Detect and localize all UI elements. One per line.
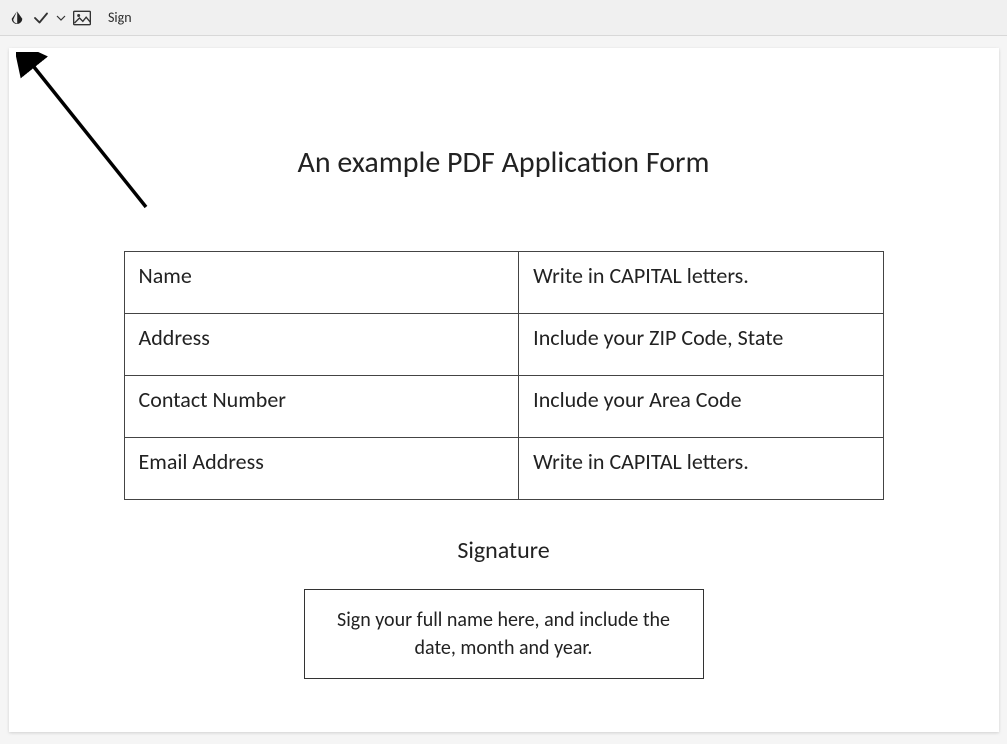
table-row: Email Address Write in CAPITAL letters. xyxy=(124,438,883,500)
dropdown-caret-icon[interactable] xyxy=(56,13,66,23)
page-title: An example PDF Application Form xyxy=(9,144,999,181)
document-page: An example PDF Application Form Name Wri… xyxy=(9,48,999,732)
table-row: Name Write in CAPITAL letters. xyxy=(124,252,883,314)
field-label: Contact Number xyxy=(124,376,519,438)
table-row: Address Include your ZIP Code, State xyxy=(124,314,883,376)
table-row: Contact Number Include your Area Code xyxy=(124,376,883,438)
checkmark-tool-icon[interactable] xyxy=(32,9,50,27)
ink-pen-tool-icon[interactable] xyxy=(8,9,26,27)
field-label: Address xyxy=(124,314,519,376)
field-label: Email Address xyxy=(124,438,519,500)
sign-button[interactable]: Sign xyxy=(108,9,132,26)
field-hint: Include your Area Code xyxy=(519,376,883,438)
image-tool-icon[interactable] xyxy=(72,9,92,27)
form-table: Name Write in CAPITAL letters. Address I… xyxy=(124,251,884,500)
field-label: Name xyxy=(124,252,519,314)
toolbar: Sign xyxy=(0,0,1007,36)
page-area: An example PDF Application Form Name Wri… xyxy=(0,36,1007,744)
field-hint: Include your ZIP Code, State xyxy=(519,314,883,376)
field-hint: Write in CAPITAL letters. xyxy=(519,438,883,500)
signature-box: Sign your full name here, and include th… xyxy=(304,589,704,679)
signature-heading: Signature xyxy=(9,536,999,565)
field-hint: Write in CAPITAL letters. xyxy=(519,252,883,314)
